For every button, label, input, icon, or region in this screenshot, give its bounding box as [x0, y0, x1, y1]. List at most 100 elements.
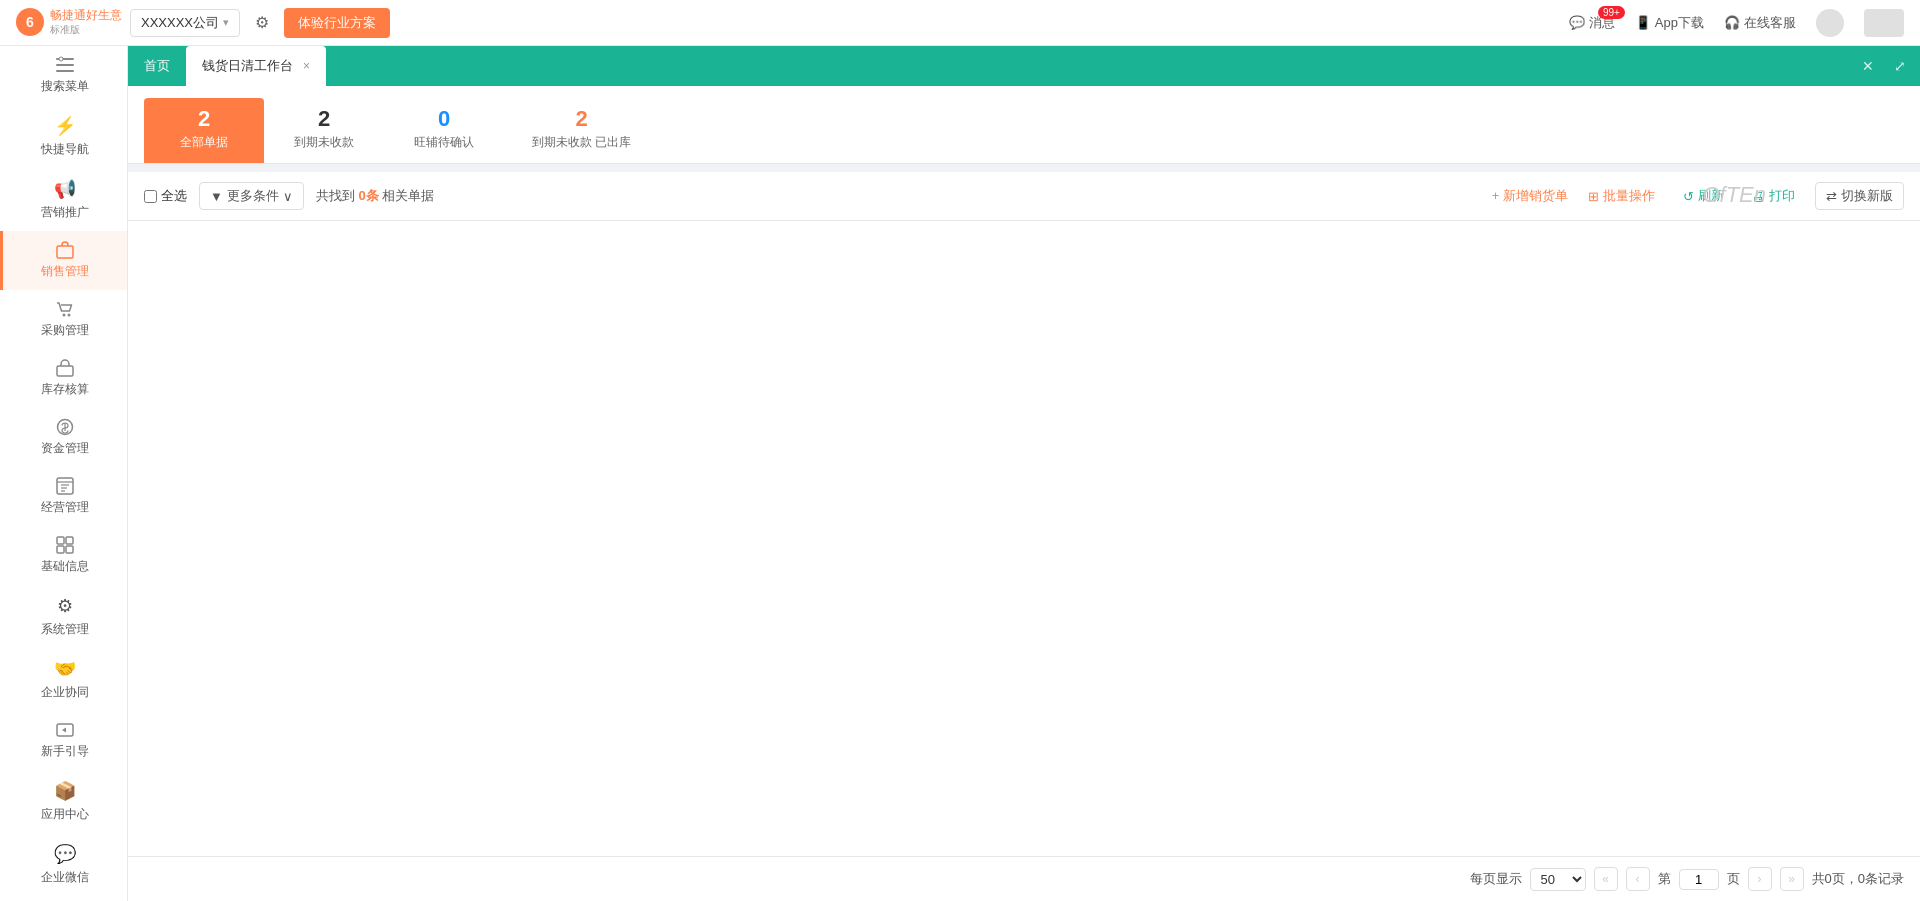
current-page-input[interactable]: [1679, 869, 1719, 890]
sidebar-item-system[interactable]: ⚙ 系统管理: [0, 585, 127, 648]
stat-tab-wangwang[interactable]: 0 旺辅待确认: [384, 98, 504, 163]
trial-button[interactable]: 体验行业方案: [284, 8, 390, 38]
customer-service-label: 在线客服: [1744, 14, 1796, 32]
sidebar-item-cooperation[interactable]: 🤝 企业协同: [0, 648, 127, 711]
stat-tab-overdue-outstock[interactable]: 2 到期未收款 已出库: [504, 98, 659, 163]
app-download-label: App下载: [1655, 14, 1704, 32]
stat-label-all: 全部单据: [180, 134, 228, 151]
sidebar-item-capital[interactable]: 资金管理: [0, 408, 127, 467]
per-page-select[interactable]: 50 10 20 100: [1530, 868, 1586, 891]
app-center-icon: 📦: [54, 780, 76, 802]
refresh-icon: ↺: [1683, 189, 1694, 204]
found-prefix: 共找到: [316, 188, 355, 203]
switch-version-button[interactable]: ⇄ 切换新版: [1815, 182, 1904, 210]
svg-rect-14: [57, 537, 64, 544]
message-badge: 99+: [1598, 6, 1625, 19]
sidebar-label-cooperation: 企业协同: [41, 684, 89, 701]
tab-home[interactable]: 首页: [128, 46, 186, 86]
guide-icon: [56, 721, 74, 739]
system-icon: ⚙: [57, 595, 73, 617]
sidebar-label-wechat: 企业微信: [41, 869, 89, 886]
sidebar-label-sales: 销售管理: [41, 263, 89, 280]
sidebar-label-inventory: 库存核算: [41, 381, 89, 398]
stat-number-wangwang: 0: [438, 106, 450, 132]
batch-icon: ⊞: [1588, 189, 1599, 204]
svg-rect-17: [66, 546, 73, 553]
sidebar-item-quick-nav[interactable]: ⚡ 快捷导航: [0, 105, 127, 168]
sidebar-item-guide[interactable]: 新手引导: [0, 711, 127, 770]
company-dropdown-arrow: ▾: [223, 16, 229, 29]
per-page-label: 每页显示: [1470, 870, 1522, 888]
basic-info-icon: [56, 536, 74, 554]
new-sale-button[interactable]: + 新增销货单: [1492, 187, 1568, 205]
sidebar-label-marketing: 营销推广: [41, 204, 89, 221]
svg-point-6: [68, 314, 71, 317]
sidebar-item-inventory[interactable]: 库存核算: [0, 349, 127, 408]
sidebar-item-purchase[interactable]: 采购管理: [0, 290, 127, 349]
sidebar-label-guide: 新手引导: [41, 743, 89, 760]
select-all-checkbox-container[interactable]: 全选: [144, 187, 187, 205]
sidebar: 搜索菜单 ⚡ 快捷导航 📢 营销推广 销售管理 采购管理 库存核算: [0, 46, 128, 901]
first-page-button[interactable]: «: [1594, 867, 1618, 891]
sidebar-label-purchase: 采购管理: [41, 322, 89, 339]
company-selector[interactable]: XXXXXX公司 ▾: [130, 9, 240, 37]
next-page-button[interactable]: ›: [1748, 867, 1772, 891]
sidebar-item-basic-info[interactable]: 基础信息: [0, 526, 127, 585]
header-right: 💬 消息 99+ 📱 App下载 🎧 在线客服: [1569, 9, 1904, 37]
purchase-icon: [56, 300, 74, 318]
prev-page-button[interactable]: ‹: [1626, 867, 1650, 891]
sidebar-item-marketing[interactable]: 📢 营销推广: [0, 168, 127, 231]
batch-label: 批量操作: [1603, 187, 1655, 205]
app-subtitle: 标准版: [50, 23, 122, 37]
logo-text-area: 畅捷通好生意 标准版: [50, 8, 122, 36]
marketing-icon: 📢: [54, 178, 76, 200]
found-suffix: 相关单据: [382, 188, 434, 203]
logo-icon: 6: [16, 8, 44, 36]
stat-tab-all[interactable]: 2 全部单据: [144, 98, 264, 163]
svg-rect-9: [57, 478, 73, 494]
user-name-area[interactable]: [1864, 9, 1904, 37]
print-button[interactable]: 🖨 打印: [1744, 183, 1803, 209]
print-icon: 🖨: [1752, 189, 1765, 204]
main-layout: 搜索菜单 ⚡ 快捷导航 📢 营销推广 销售管理 采购管理 库存核算: [0, 46, 1920, 901]
sidebar-item-search-menu[interactable]: 搜索菜单: [0, 46, 127, 105]
customer-service-button[interactable]: 🎧 在线客服: [1724, 14, 1796, 32]
message-button[interactable]: 💬 消息 99+: [1569, 14, 1615, 32]
stat-label-wangwang: 旺辅待确认: [414, 134, 474, 151]
filter-label: 更多条件: [227, 187, 279, 205]
tab-bar-actions: ✕ ⤢: [1856, 54, 1920, 78]
tab-cashflow-label: 钱货日清工作台: [202, 57, 293, 75]
avatar[interactable]: [1816, 9, 1844, 37]
sidebar-item-app-center[interactable]: 📦 应用中心: [0, 770, 127, 833]
sidebar-item-operation[interactable]: 经营管理: [0, 467, 127, 526]
total-info: 共0页，0条记录: [1812, 870, 1904, 888]
filter-button[interactable]: ▼ 更多条件 ∨: [199, 182, 304, 210]
switch-icon: ⇄: [1826, 189, 1837, 204]
sidebar-item-sales[interactable]: 销售管理: [0, 231, 127, 290]
sidebar-item-wechat[interactable]: 💬 企业微信: [0, 833, 127, 896]
tab-action-close[interactable]: ✕: [1856, 54, 1880, 78]
last-page-button[interactable]: »: [1780, 867, 1804, 891]
content-area: 2 全部单据 2 到期未收款 0 旺辅待确认 2 到期未收款 已出库: [128, 86, 1920, 901]
inventory-icon: [56, 359, 74, 377]
stat-number-overdue-outstock: 2: [576, 106, 588, 132]
tab-close-cashflow[interactable]: ×: [303, 59, 310, 73]
select-all-checkbox[interactable]: [144, 190, 157, 203]
sidebar-item-member[interactable]: V 畅会员: [0, 896, 127, 901]
settings-button[interactable]: ⚙: [248, 9, 276, 37]
app-download-button[interactable]: 📱 App下载: [1635, 14, 1704, 32]
search-menu-icon: [56, 56, 74, 74]
filter-icon: ▼: [210, 189, 223, 204]
tab-action-maximize[interactable]: ⤢: [1888, 54, 1912, 78]
refresh-button[interactable]: ↺ 刷新: [1675, 183, 1732, 209]
tab-cashflow[interactable]: 钱货日清工作台 ×: [186, 46, 326, 86]
batch-operation-button[interactable]: ⊞ 批量操作: [1580, 183, 1663, 209]
stat-label-overdue: 到期未收款: [294, 134, 354, 151]
page-suffix: 页: [1727, 870, 1740, 888]
sales-icon: [56, 241, 74, 259]
sidebar-label-app-center: 应用中心: [41, 806, 89, 823]
app-title: 畅捷通好生意: [50, 8, 122, 22]
stat-tab-overdue[interactable]: 2 到期未收款: [264, 98, 384, 163]
header-left: 6 畅捷通好生意 标准版 XXXXXX公司 ▾ ⚙ 体验行业方案: [16, 8, 390, 38]
tab-bar: 首页 钱货日清工作台 × ✕ ⤢: [128, 46, 1920, 86]
